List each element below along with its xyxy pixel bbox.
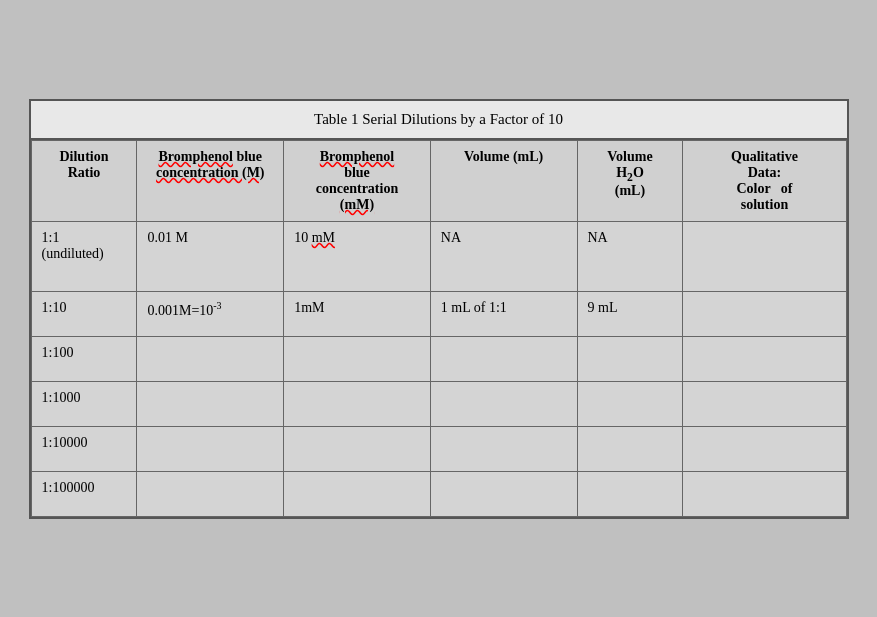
- table-row: 1:100000: [31, 471, 846, 516]
- cell-bromphenol-mm-1: 1mM: [284, 291, 431, 336]
- table-header-row: Dilution Ratio Bromphenol blue concentra…: [31, 140, 846, 221]
- cell-volume-ml-4: [430, 426, 577, 471]
- cell-volume-h2o-1: 9 mL: [577, 291, 683, 336]
- cell-qualitative-2: [683, 336, 846, 381]
- cell-volume-h2o-2: [577, 336, 683, 381]
- cell-dilution-2: 1:100: [31, 336, 137, 381]
- header-dilution-ratio: Dilution Ratio: [31, 140, 137, 221]
- cell-bromphenol-mm-0: 10 mM: [284, 221, 431, 291]
- cell-bromphenol-m-2: [137, 336, 284, 381]
- header-volume-h2o: VolumeH2O(mL): [577, 140, 683, 221]
- cell-bromphenol-m-3: [137, 381, 284, 426]
- table-row: 1:10000: [31, 426, 846, 471]
- cell-dilution-0: 1:1(undiluted): [31, 221, 137, 291]
- header-volume-ml: Volume (mL): [430, 140, 577, 221]
- table-row: 1:100: [31, 336, 846, 381]
- header-qualitative: QualitativeData:Color ofsolution: [683, 140, 846, 221]
- cell-volume-ml-0: NA: [430, 221, 577, 291]
- table-container: Table 1 Serial Dilutions by a Factor of …: [29, 99, 849, 519]
- cell-volume-ml-2: [430, 336, 577, 381]
- header-bromphenol-mm: Bromphenol blue concentration (mM): [284, 140, 431, 221]
- dilution-table: Dilution Ratio Bromphenol blue concentra…: [31, 140, 847, 517]
- cell-bromphenol-mm-5: [284, 471, 431, 516]
- cell-volume-h2o-3: [577, 381, 683, 426]
- header-bromphenol-m: Bromphenol blue concentration (M): [137, 140, 284, 221]
- table-row: 1:10 0.001M=10-3 1mM 1 mL of 1:1 9 mL: [31, 291, 846, 336]
- cell-bromphenol-mm-2: [284, 336, 431, 381]
- cell-dilution-3: 1:1000: [31, 381, 137, 426]
- cell-volume-h2o-4: [577, 426, 683, 471]
- cell-volume-ml-1: 1 mL of 1:1: [430, 291, 577, 336]
- cell-dilution-1: 1:10: [31, 291, 137, 336]
- cell-dilution-4: 1:10000: [31, 426, 137, 471]
- table-row: 1:1000: [31, 381, 846, 426]
- cell-bromphenol-m-5: [137, 471, 284, 516]
- cell-qualitative-3: [683, 381, 846, 426]
- cell-qualitative-1: [683, 291, 846, 336]
- cell-volume-h2o-0: NA: [577, 221, 683, 291]
- cell-qualitative-5: [683, 471, 846, 516]
- cell-dilution-5: 1:100000: [31, 471, 137, 516]
- cell-bromphenol-mm-4: [284, 426, 431, 471]
- table-row: 1:1(undiluted) 0.01 M 10 mM NA NA: [31, 221, 846, 291]
- cell-bromphenol-m-4: [137, 426, 284, 471]
- table-title: Table 1 Serial Dilutions by a Factor of …: [31, 101, 847, 140]
- cell-qualitative-0: [683, 221, 846, 291]
- cell-bromphenol-m-0: 0.01 M: [137, 221, 284, 291]
- cell-volume-ml-5: [430, 471, 577, 516]
- cell-volume-ml-3: [430, 381, 577, 426]
- cell-qualitative-4: [683, 426, 846, 471]
- cell-bromphenol-mm-3: [284, 381, 431, 426]
- cell-bromphenol-m-1: 0.001M=10-3: [137, 291, 284, 336]
- cell-volume-h2o-5: [577, 471, 683, 516]
